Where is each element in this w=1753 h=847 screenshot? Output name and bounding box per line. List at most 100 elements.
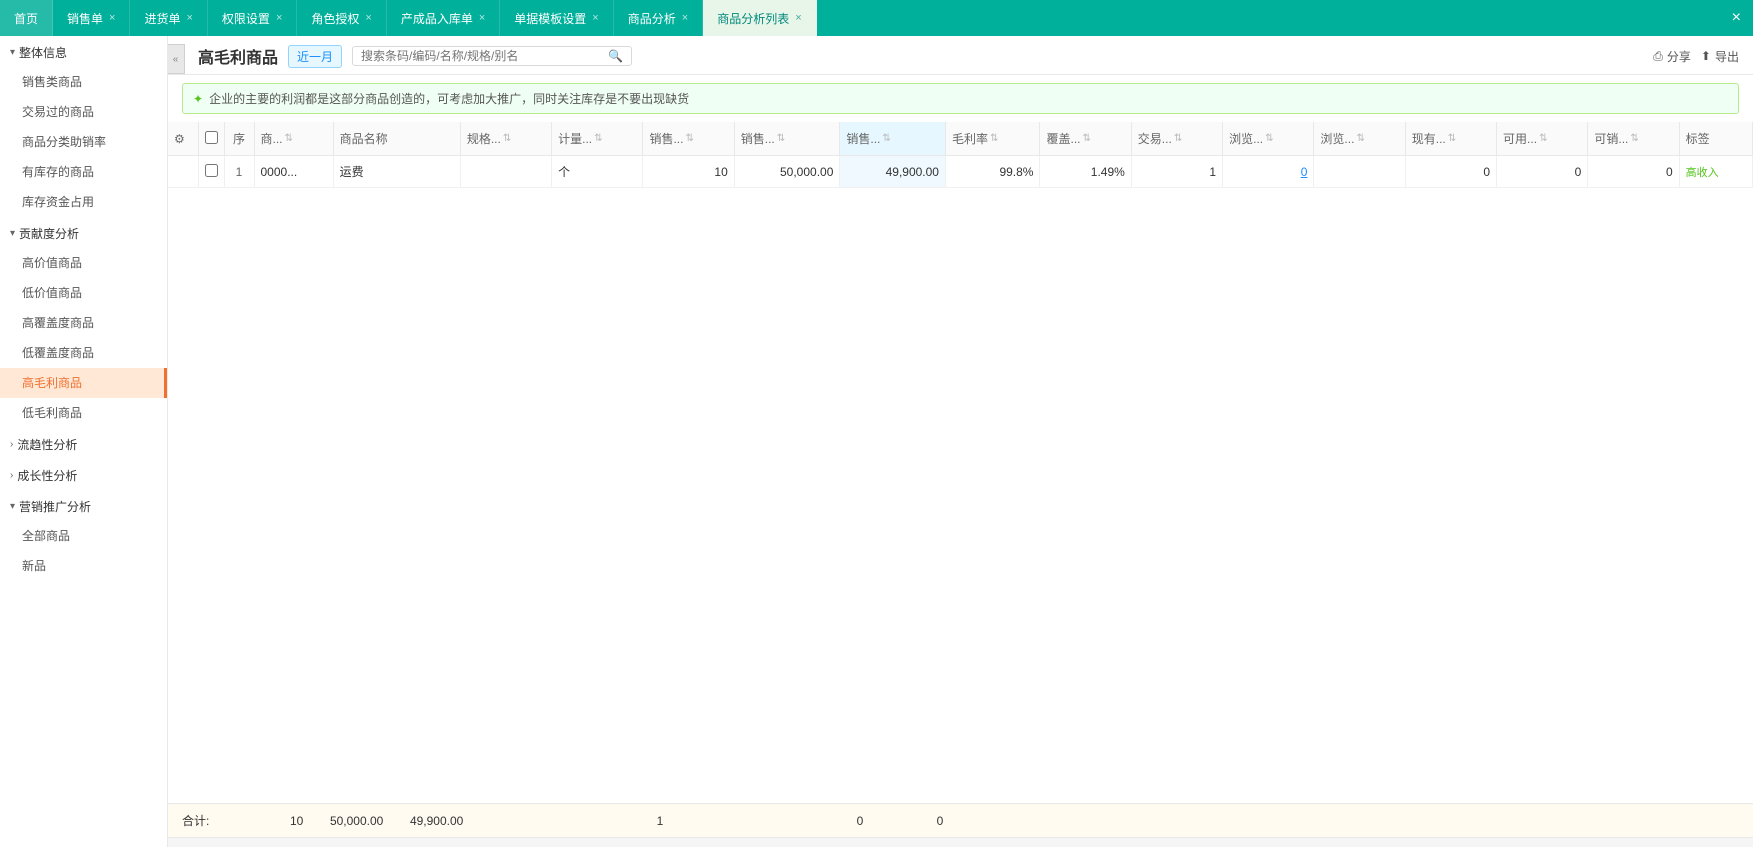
nav-tab-sales[interactable]: 销售单 × — [53, 0, 130, 36]
row-sales-amount: 50,000.00 — [734, 156, 840, 188]
col-gross-rate[interactable]: 毛利率⇅ — [945, 122, 1040, 156]
nav-tab-product-analysis[interactable]: 商品分析 × — [614, 0, 703, 36]
col-settings[interactable]: ⚙ — [168, 122, 198, 156]
footer-label: 合计: — [182, 812, 209, 829]
row-seq: 1 — [224, 156, 254, 188]
sidebar-item-low-coverage[interactable]: 低覆盖度商品 — [0, 338, 167, 368]
row-spec — [460, 156, 551, 188]
row-code[interactable]: 0000... — [254, 156, 333, 188]
sidebar-item-in-stock-products[interactable]: 有库存的商品 — [0, 157, 167, 187]
col-coverage[interactable]: 覆盖...⇅ — [1040, 122, 1131, 156]
sidebar-group-growth[interactable]: › 成长性分析 — [0, 459, 167, 490]
sidebar-collapse-button[interactable]: « — [168, 44, 185, 74]
sidebar-item-low-value[interactable]: 低价值商品 — [0, 278, 167, 308]
col-available[interactable]: 可用...⇅ — [1497, 122, 1588, 156]
row-empty-settings — [168, 156, 198, 188]
col-sellable[interactable]: 可销...⇅ — [1588, 122, 1679, 156]
sort-icon: ⇅ — [285, 133, 293, 144]
row-sales-qty: 10 — [643, 156, 734, 188]
sidebar-item-category-rate[interactable]: 商品分类助销率 — [0, 127, 167, 157]
row-checkbox[interactable] — [205, 164, 218, 177]
sort-icon: ⇅ — [1356, 133, 1364, 144]
sidebar-item-high-coverage[interactable]: 高覆盖度商品 — [0, 308, 167, 338]
sidebar-item-high-value[interactable]: 高价值商品 — [0, 248, 167, 278]
col-sales-qty[interactable]: 销售...⇅ — [643, 122, 734, 156]
sidebar-group-trend[interactable]: › 流趋性分析 — [0, 428, 167, 459]
search-input[interactable] — [361, 49, 604, 63]
col-tag: 标签 — [1679, 122, 1752, 156]
select-all-checkbox[interactable] — [205, 131, 218, 144]
footer-spacer — [469, 814, 589, 828]
col-code[interactable]: 商...⇅ — [254, 122, 333, 156]
date-filter-month-button[interactable]: 近一月 — [288, 45, 342, 68]
close-icon[interactable]: × — [276, 12, 282, 24]
footer-sales-amount: 50,000.00 — [309, 814, 389, 828]
close-all-tabs-button[interactable]: × — [1720, 9, 1753, 27]
col-sales-profit[interactable]: 销售...⇅ — [840, 122, 946, 156]
close-icon[interactable]: × — [109, 12, 115, 24]
chevron-down-icon: ▾ — [10, 228, 15, 239]
col-browse1[interactable]: 浏览...⇅ — [1223, 122, 1314, 156]
table-container: ⚙ 序 商...⇅ 商品名称 — [168, 122, 1753, 803]
close-icon[interactable]: × — [592, 12, 598, 24]
sort-icon: ⇅ — [882, 133, 890, 144]
sidebar-item-traded-products[interactable]: 交易过的商品 — [0, 97, 167, 127]
col-current-stock[interactable]: 现有...⇅ — [1405, 122, 1496, 156]
nav-tab-product-analysis-list[interactable]: 商品分析列表 × — [703, 0, 816, 36]
sidebar-group-marketing[interactable]: ▾ 营销推广分析 — [0, 490, 167, 521]
col-browse2[interactable]: 浏览...⇅ — [1314, 122, 1405, 156]
col-sales-amount[interactable]: 销售...⇅ — [734, 122, 840, 156]
sidebar-item-sales-products[interactable]: 销售类商品 — [0, 67, 167, 97]
chevron-right-icon: › — [10, 439, 13, 450]
content-header: 高毛利商品 近一月 🔍 ⎙ 分享 ⬆ 导出 — [168, 36, 1753, 75]
sidebar-item-new-products[interactable]: 新品 — [0, 551, 167, 581]
close-icon[interactable]: × — [795, 12, 801, 24]
row-checkbox-cell — [198, 156, 224, 188]
col-checkbox — [198, 122, 224, 156]
row-gross-rate: 99.8% — [945, 156, 1040, 188]
row-browse1[interactable]: 0 — [1223, 156, 1314, 188]
info-icon: ✦ — [193, 92, 203, 106]
row-name: 运费 — [333, 156, 460, 188]
sidebar: ▾ 整体信息 销售类商品 交易过的商品 商品分类助销率 有库存的商品 库存资金占… — [0, 36, 168, 847]
footer-sales-qty: 10 — [229, 814, 309, 828]
sidebar-item-stock-capital[interactable]: 库存资金占用 — [0, 187, 167, 217]
nav-tab-purchase[interactable]: 进货单 × — [130, 0, 207, 36]
sidebar-item-low-margin[interactable]: 低毛利商品 — [0, 398, 167, 428]
settings-icon[interactable]: ⚙ — [174, 132, 185, 146]
sidebar-group-overall[interactable]: ▾ 整体信息 — [0, 36, 167, 67]
row-unit: 个 — [552, 156, 643, 188]
nav-tab-permission[interactable]: 权限设置 × — [208, 0, 297, 36]
close-icon[interactable]: × — [479, 12, 485, 24]
nav-tab-product-instock[interactable]: 产成品入库单 × — [387, 0, 500, 36]
footer-sales-profit: 49,900.00 — [389, 814, 469, 828]
col-unit[interactable]: 计量...⇅ — [552, 122, 643, 156]
footer-spacer2 — [669, 814, 789, 828]
close-icon[interactable]: × — [682, 12, 688, 24]
nav-tab-role[interactable]: 角色授权 × — [297, 0, 386, 36]
horizontal-scrollbar[interactable] — [168, 837, 1753, 847]
col-transactions[interactable]: 交易...⇅ — [1131, 122, 1222, 156]
footer-available: 0 — [869, 814, 949, 828]
sort-icon: ⇅ — [990, 133, 998, 144]
export-button[interactable]: ⬆ 导出 — [1701, 48, 1739, 65]
share-button[interactable]: ⎙ 分享 — [1653, 48, 1691, 65]
row-coverage: 1.49% — [1040, 156, 1131, 188]
data-table: ⚙ 序 商...⇅ 商品名称 — [168, 122, 1753, 188]
export-icon: ⬆ — [1701, 49, 1711, 63]
chevron-right-icon: › — [10, 470, 13, 481]
footer-current-stock: 0 — [789, 814, 869, 828]
row-browse2 — [1314, 156, 1405, 188]
sort-icon: ⇅ — [685, 133, 693, 144]
nav-tab-template[interactable]: 单据模板设置 × — [500, 0, 613, 36]
sidebar-item-all-products[interactable]: 全部商品 — [0, 521, 167, 551]
top-nav: 首页 销售单 × 进货单 × 权限设置 × 角色授权 × 产成品入库单 × 单据… — [0, 0, 1753, 36]
col-spec[interactable]: 规格...⇅ — [460, 122, 551, 156]
search-icon[interactable]: 🔍 — [608, 49, 623, 63]
nav-tab-home[interactable]: 首页 — [0, 0, 53, 36]
sidebar-item-high-margin[interactable]: 高毛利商品 — [0, 368, 167, 398]
close-icon[interactable]: × — [186, 12, 192, 24]
col-name[interactable]: 商品名称 — [333, 122, 460, 156]
close-icon[interactable]: × — [365, 12, 371, 24]
sidebar-group-contribution[interactable]: ▾ 贡献度分析 — [0, 217, 167, 248]
